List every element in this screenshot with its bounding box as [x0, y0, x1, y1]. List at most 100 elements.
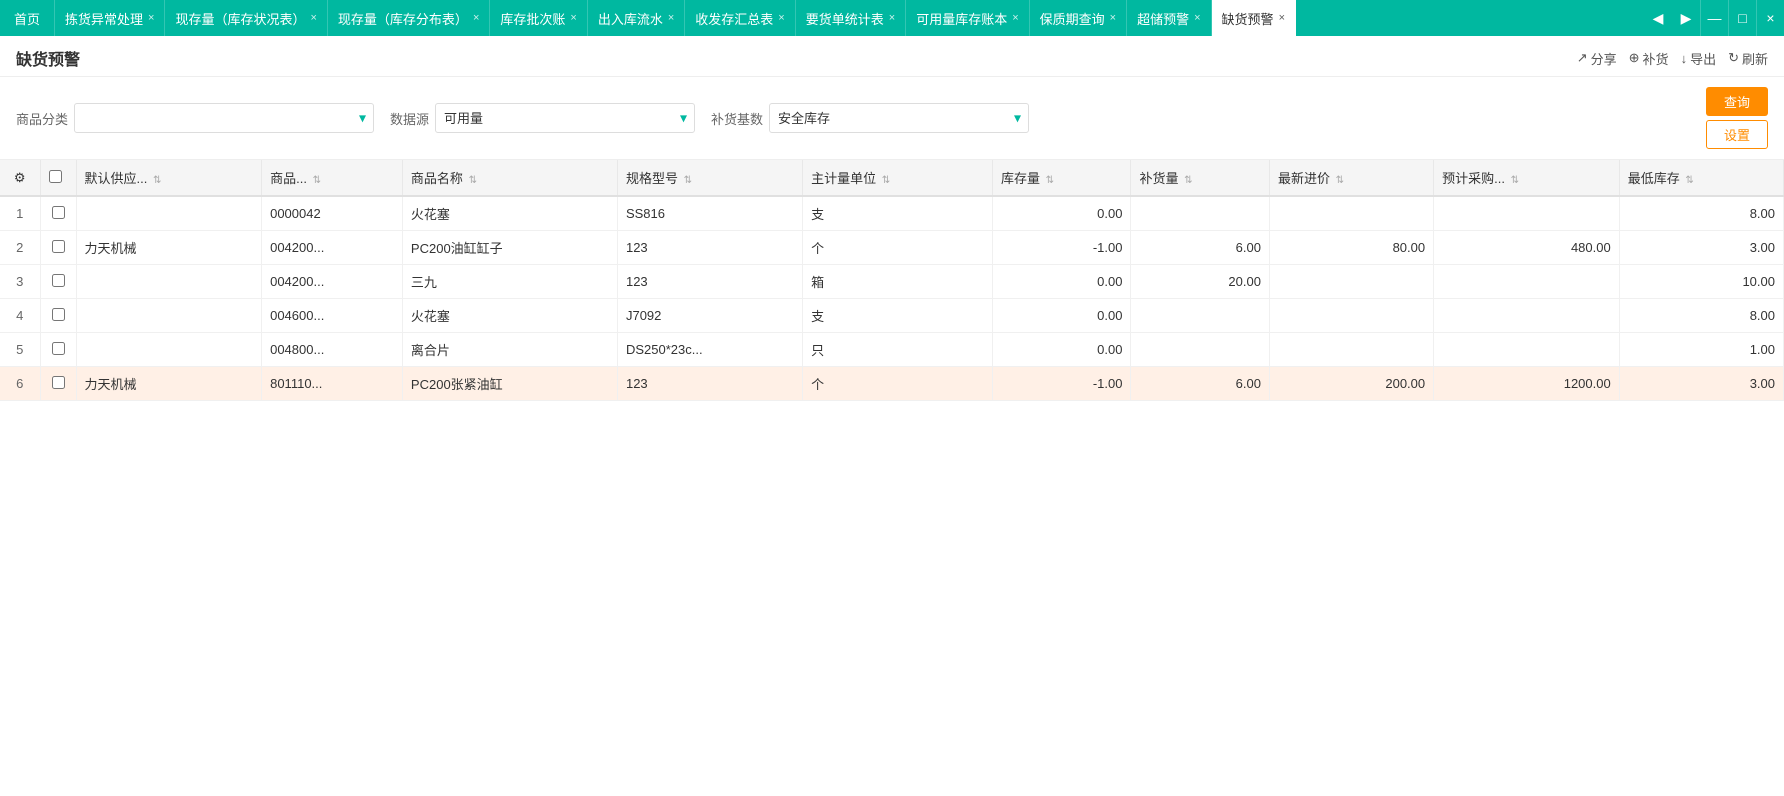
product-category-select[interactable]: [74, 103, 374, 133]
th-product-code-label: 商品...: [270, 171, 307, 186]
table-row: 4 004600... 火花塞 J7092 支 0.00 8.00: [0, 299, 1784, 333]
table-wrapper: ⚙ 默认供应... ⇅ 商品... ⇅ 商品名称 ⇅: [0, 160, 1784, 796]
cell-row-num-3: 4: [0, 299, 40, 333]
row-checkbox-4[interactable]: [52, 342, 65, 355]
cell-supplier-0: [76, 196, 262, 231]
nav-restore-btn[interactable]: —: [1700, 0, 1728, 36]
nav-home[interactable]: 首页: [0, 0, 55, 36]
cell-estimated-purchase-5: 1200.00: [1434, 367, 1620, 401]
cell-stock-5: -1.00: [992, 367, 1130, 401]
nav-tab-close-9[interactable]: ×: [1194, 12, 1200, 24]
cell-estimated-purchase-0: [1434, 196, 1620, 231]
sort-icon-stock: ⇅: [1046, 175, 1054, 186]
nav-tab-close-3[interactable]: ×: [570, 12, 576, 24]
nav-tab-close-5[interactable]: ×: [778, 12, 784, 24]
sort-icon-spec: ⇅: [684, 175, 692, 186]
th-stock-label: 库存量: [1001, 171, 1040, 186]
cell-unit-5: 个: [803, 367, 993, 401]
sort-icon-latest-price: ⇅: [1336, 175, 1344, 186]
cell-latest-price-5: 200.00: [1269, 367, 1433, 401]
th-estimated-purchase[interactable]: 预计采购... ⇅: [1434, 160, 1620, 196]
refresh-label: 刷新: [1742, 49, 1768, 68]
nav-tab-5[interactable]: 收发存汇总表 ×: [685, 0, 795, 36]
th-unit[interactable]: 主计量单位 ⇅: [803, 160, 993, 196]
cell-supplier-2: [76, 265, 262, 299]
replenish-button[interactable]: ⊕ 补货: [1629, 49, 1669, 68]
cell-product-code-2: 004200...: [262, 265, 403, 299]
replenishment-base-select-wrapper: 安全库存: [769, 103, 1029, 133]
data-source-select-wrapper: 可用量: [435, 103, 695, 133]
data-source-select[interactable]: 可用量: [435, 103, 695, 133]
nav-tab-3[interactable]: 库存批次账 ×: [490, 0, 587, 36]
cell-stock-3: 0.00: [992, 299, 1130, 333]
data-source-label: 数据源: [390, 109, 429, 128]
filter-group-product-category: 商品分类: [16, 103, 374, 133]
table-row: 3 004200... 三九 123 箱 0.00 20.00 10.00: [0, 265, 1784, 299]
nav-tab-close-6[interactable]: ×: [889, 12, 895, 24]
nav-tab-10[interactable]: 缺货预警 ×: [1212, 0, 1296, 36]
nav-tab-2[interactable]: 现存量（库存分布表） ×: [328, 0, 490, 36]
nav-tab-close-10[interactable]: ×: [1279, 12, 1285, 24]
nav-maximize-btn[interactable]: □: [1728, 0, 1756, 36]
nav-tab-0[interactable]: 拣货异常处理 ×: [55, 0, 165, 36]
nav-prev-btn[interactable]: ◀: [1644, 0, 1672, 36]
share-button[interactable]: ↗ 分享: [1577, 49, 1617, 68]
replenishment-base-select[interactable]: 安全库存: [769, 103, 1029, 133]
th-product-name[interactable]: 商品名称 ⇅: [402, 160, 617, 196]
filter-row: 商品分类 数据源 可用量 补货基数 安全库存: [0, 77, 1784, 160]
th-spec[interactable]: 规格型号 ⇅: [617, 160, 802, 196]
query-button[interactable]: 查询: [1706, 87, 1768, 116]
nav-tab-8[interactable]: 保质期查询 ×: [1030, 0, 1127, 36]
cell-latest-price-0: [1269, 196, 1433, 231]
settings-button[interactable]: 设置: [1706, 120, 1768, 149]
nav-tab-label-3: 库存批次账: [500, 9, 565, 28]
th-product-code[interactable]: 商品... ⇅: [262, 160, 403, 196]
row-checkbox-2[interactable]: [52, 274, 65, 287]
nav-tab-close-0[interactable]: ×: [148, 12, 154, 24]
cell-estimated-purchase-2: [1434, 265, 1620, 299]
nav-tab-4[interactable]: 出入库流水 ×: [588, 0, 685, 36]
nav-tab-close-1[interactable]: ×: [310, 12, 316, 24]
th-replenish-qty[interactable]: 补货量 ⇅: [1131, 160, 1269, 196]
th-min-stock[interactable]: 最低库存 ⇅: [1619, 160, 1783, 196]
row-checkbox-5[interactable]: [52, 376, 65, 389]
nav-tab-7[interactable]: 可用量库存账本 ×: [906, 0, 1029, 36]
th-stock[interactable]: 库存量 ⇅: [992, 160, 1130, 196]
th-latest-price[interactable]: 最新进价 ⇅: [1269, 160, 1433, 196]
cell-product-code-3: 004600...: [262, 299, 403, 333]
cell-latest-price-4: [1269, 333, 1433, 367]
cell-replenish-qty-2: 20.00: [1131, 265, 1269, 299]
nav-tab-9[interactable]: 超储预警 ×: [1127, 0, 1211, 36]
nav-tab-close-4[interactable]: ×: [668, 12, 674, 24]
nav-tab-1[interactable]: 现存量（库存状况表） ×: [165, 0, 327, 36]
cell-stock-4: 0.00: [992, 333, 1130, 367]
nav-arrows: ◀ ▶ — □ ×: [1644, 0, 1784, 36]
export-button[interactable]: ↓ 导出: [1681, 49, 1717, 68]
cell-stock-0: 0.00: [992, 196, 1130, 231]
th-default-supplier-label: 默认供应...: [85, 171, 148, 186]
cell-check-3: [40, 299, 76, 333]
nav-tab-close-8[interactable]: ×: [1110, 12, 1116, 24]
refresh-button[interactable]: ↻ 刷新: [1728, 49, 1768, 68]
cell-replenish-qty-0: [1131, 196, 1269, 231]
nav-tab-close-7[interactable]: ×: [1012, 12, 1018, 24]
th-settings[interactable]: ⚙: [0, 160, 40, 196]
cell-min-stock-0: 8.00: [1619, 196, 1783, 231]
row-checkbox-0[interactable]: [52, 206, 65, 219]
filter-group-replenishment-base: 补货基数 安全库存: [711, 103, 1029, 133]
th-product-name-label: 商品名称: [411, 171, 463, 186]
nav-next-btn[interactable]: ▶: [1672, 0, 1700, 36]
cell-product-code-5: 801110...: [262, 367, 403, 401]
select-all-checkbox[interactable]: [49, 170, 62, 183]
th-default-supplier[interactable]: 默认供应... ⇅: [76, 160, 262, 196]
cell-spec-2: 123: [617, 265, 802, 299]
row-checkbox-3[interactable]: [52, 308, 65, 321]
cell-supplier-5: 力天机械: [76, 367, 262, 401]
nav-tab-close-2[interactable]: ×: [473, 12, 479, 24]
cell-product-name-1: PC200油缸缸子: [402, 231, 617, 265]
header-actions: ↗ 分享 ⊕ 补货 ↓ 导出 ↻ 刷新: [1577, 49, 1768, 68]
nav-close-btn[interactable]: ×: [1756, 0, 1784, 36]
nav-tab-label-8: 保质期查询: [1040, 9, 1105, 28]
nav-tab-6[interactable]: 要货单统计表 ×: [796, 0, 906, 36]
row-checkbox-1[interactable]: [52, 240, 65, 253]
